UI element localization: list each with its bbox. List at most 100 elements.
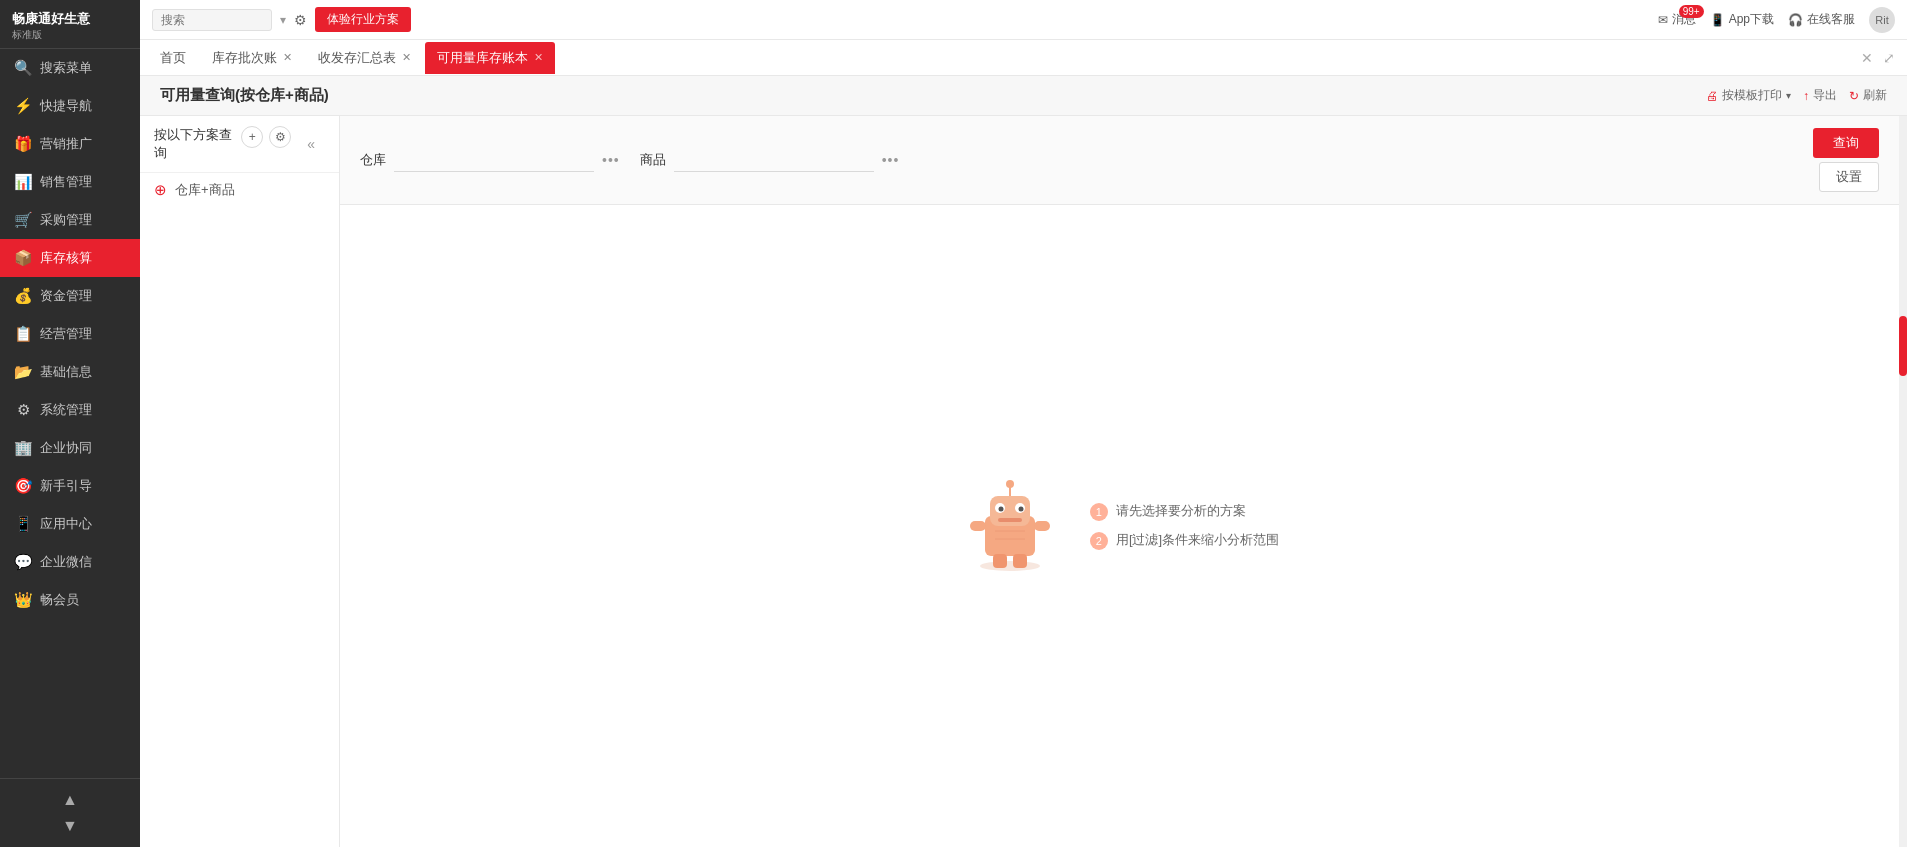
filter-warehouse-product[interactable]: ⊕ 仓库+商品 [140, 173, 339, 207]
query-area: 仓库 ••• 商品 ••• 查询 设置 [340, 116, 1899, 847]
filter-settings-button[interactable]: ⚙ [269, 126, 291, 148]
svg-point-8 [1006, 480, 1014, 488]
scroll-down-button[interactable]: ▼ [14, 813, 126, 839]
sidebar-item-wechat[interactable]: 💬 企业微信 [0, 543, 140, 581]
trial-button[interactable]: 体验行业方案 [315, 7, 411, 32]
system-icon: ⚙ [14, 401, 32, 419]
chevron-down-icon[interactable]: ▾ [1786, 90, 1791, 101]
page-actions: 🖨 按模板打印 ▾ ↑ 导出 ↻ 刷新 [1706, 87, 1887, 104]
refresh-action[interactable]: ↻ 刷新 [1849, 87, 1887, 104]
tab-label: 首页 [160, 49, 186, 67]
sidebar-item-quick-nav[interactable]: ⚡ 快捷导航 [0, 87, 140, 125]
sidebar-item-purchase[interactable]: 🛒 采购管理 [0, 201, 140, 239]
query-filters: 仓库 ••• 商品 ••• 查询 设置 [340, 116, 1899, 205]
step-2-text: 用[过滤]条件来缩小分析范围 [1116, 531, 1279, 549]
avatar[interactable]: Rit [1869, 7, 1895, 33]
print-label: 按模板打印 [1722, 87, 1782, 104]
print-action[interactable]: 🖨 按模板打印 ▾ [1706, 87, 1791, 104]
warehouse-label: 仓库 [360, 151, 386, 169]
search-input[interactable] [152, 9, 272, 31]
sidebar-item-system[interactable]: ⚙ 系统管理 [0, 391, 140, 429]
warehouse-input[interactable] [394, 148, 594, 172]
sidebar-item-inventory[interactable]: 📦 库存核算 [0, 239, 140, 277]
sidebar-item-label: 经营管理 [40, 325, 92, 343]
tab-label: 库存批次账 [212, 49, 277, 67]
message-item[interactable]: ✉ 消息 99+ [1658, 11, 1696, 28]
svg-point-0 [980, 561, 1040, 571]
enterprise-icon: 🏢 [14, 439, 32, 457]
sidebar-item-label: 采购管理 [40, 211, 92, 229]
close-icon[interactable]: ✕ [402, 51, 411, 64]
collapse-panel-button[interactable]: « [297, 126, 325, 162]
inventory-icon: 📦 [14, 249, 32, 267]
filter-panel: 按以下方案查询 + ⚙ « ⊕ 仓库+商品 [140, 116, 340, 847]
warehouse-filter-group: 仓库 ••• [360, 148, 620, 172]
close-icon[interactable]: ✕ [283, 51, 292, 64]
gear-icon[interactable]: ⚙ [294, 12, 307, 28]
sidebar-item-label: 新手引导 [40, 477, 92, 495]
operations-icon: 📋 [14, 325, 32, 343]
empty-illustration [960, 476, 1060, 576]
tab-label: 可用量库存账本 [437, 49, 528, 67]
sidebar-item-sales[interactable]: 📊 销售管理 [0, 163, 140, 201]
sidebar-item-label: 畅会员 [40, 591, 79, 609]
sidebar-item-basic-info[interactable]: 📂 基础信息 [0, 353, 140, 391]
close-icon[interactable]: ✕ [534, 51, 543, 64]
main-area: ▾ ⚙ 体验行业方案 ✉ 消息 99+ 📱 App下载 🎧 在线客服 Rit 首… [140, 0, 1907, 847]
sidebar-item-member[interactable]: 👑 畅会员 [0, 581, 140, 619]
sidebar-bottom: ▲ ▼ [0, 778, 140, 847]
close-window-button[interactable]: ✕ [1857, 50, 1877, 66]
warehouse-icon: ⊕ [154, 181, 167, 199]
export-action[interactable]: ↑ 导出 [1803, 87, 1837, 104]
onboarding-icon: 🎯 [14, 477, 32, 495]
svg-rect-10 [970, 521, 986, 531]
query-button[interactable]: 查询 [1813, 128, 1879, 158]
app-download-item[interactable]: 📱 App下载 [1710, 11, 1774, 28]
sidebar-item-app-center[interactable]: 📱 应用中心 [0, 505, 140, 543]
robot-svg [960, 476, 1060, 576]
sidebar-item-onboarding[interactable]: 🎯 新手引导 [0, 467, 140, 505]
chevron-down-icon[interactable]: ▾ [280, 13, 286, 27]
step-number-2: 2 [1090, 532, 1108, 550]
add-filter-button[interactable]: + [241, 126, 263, 148]
export-label: 导出 [1813, 87, 1837, 104]
tab-label: 收发存汇总表 [318, 49, 396, 67]
empty-text: 1 请先选择要分析的方案 2 用[过滤]条件来缩小分析范围 [1090, 502, 1279, 550]
sidebar-item-search[interactable]: 🔍 搜索菜单 [0, 49, 140, 87]
page-title: 可用量查询(按仓库+商品) [160, 86, 329, 105]
svg-rect-9 [998, 518, 1022, 522]
sidebar-item-finance[interactable]: 💰 资金管理 [0, 277, 140, 315]
step-number-1: 1 [1090, 503, 1108, 521]
refresh-icon: ↻ [1849, 89, 1859, 103]
support-label: 在线客服 [1807, 11, 1855, 28]
tab-batch-account[interactable]: 库存批次账 ✕ [200, 42, 304, 74]
scroll-up-button[interactable]: ▲ [14, 787, 126, 813]
tab-summary[interactable]: 收发存汇总表 ✕ [306, 42, 423, 74]
tab-home[interactable]: 首页 [148, 42, 198, 74]
topbar: ▾ ⚙ 体验行业方案 ✉ 消息 99+ 📱 App下载 🎧 在线客服 Rit [140, 0, 1907, 40]
sidebar-item-label: 搜索菜单 [40, 59, 92, 77]
query-settings-button[interactable]: 设置 [1819, 162, 1879, 192]
app-version: 标准版 [12, 28, 128, 42]
sidebar-item-label: 库存核算 [40, 249, 92, 267]
filter-header: 按以下方案查询 + ⚙ « [140, 116, 339, 173]
sidebar-item-label: 基础信息 [40, 363, 92, 381]
sidebar-item-label: 企业协同 [40, 439, 92, 457]
sidebar-item-operations[interactable]: 📋 经营管理 [0, 315, 140, 353]
marketing-icon: 🎁 [14, 135, 32, 153]
sidebar-item-marketing[interactable]: 🎁 营销推广 [0, 125, 140, 163]
filter-item-label: 仓库+商品 [175, 181, 235, 199]
support-item[interactable]: 🎧 在线客服 [1788, 11, 1855, 28]
sidebar-item-enterprise[interactable]: 🏢 企业协同 [0, 429, 140, 467]
sidebar-item-label: 系统管理 [40, 401, 92, 419]
product-input[interactable] [674, 148, 874, 172]
tab-available-stock[interactable]: 可用量库存账本 ✕ [425, 42, 555, 74]
expand-button[interactable]: ⤢ [1879, 50, 1899, 66]
filter-title: 按以下方案查询 [154, 126, 241, 162]
warehouse-more-icon[interactable]: ••• [602, 152, 620, 168]
product-more-icon[interactable]: ••• [882, 152, 900, 168]
sidebar-item-label: 应用中心 [40, 515, 92, 533]
member-icon: 👑 [14, 591, 32, 609]
app-download-label: App下载 [1729, 11, 1774, 28]
page-header: 可用量查询(按仓库+商品) 🖨 按模板打印 ▾ ↑ 导出 ↻ 刷新 [140, 76, 1907, 116]
